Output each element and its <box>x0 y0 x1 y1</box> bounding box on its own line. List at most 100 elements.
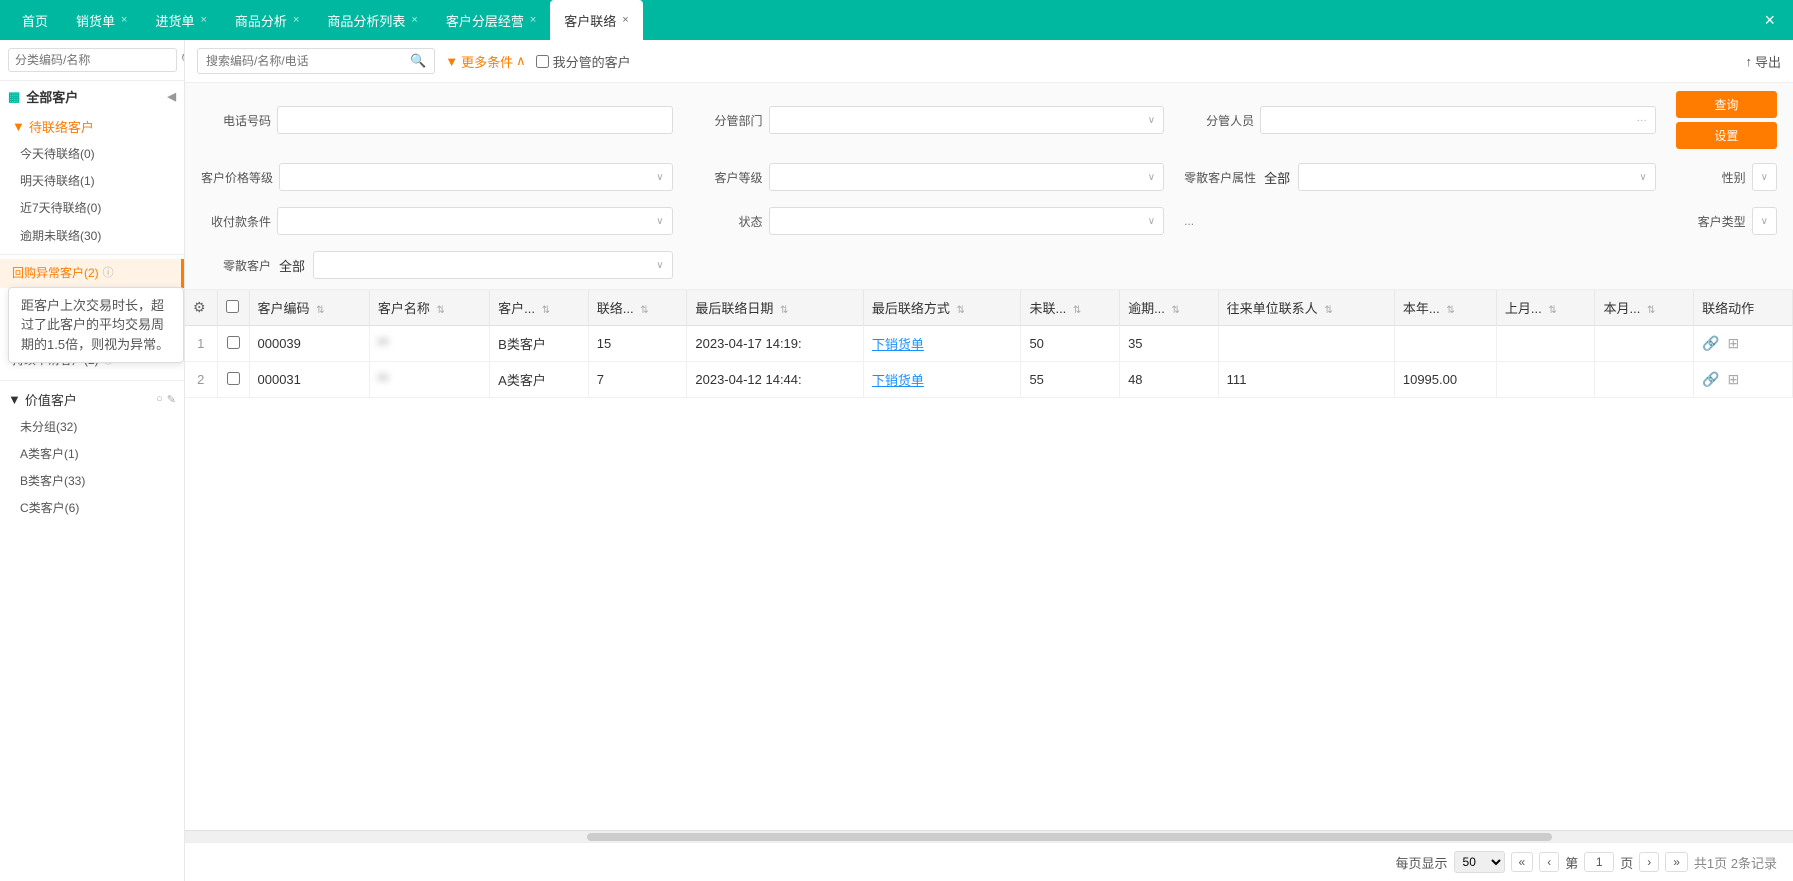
td-last-date: 2023-04-17 14:19: <box>687 326 864 362</box>
row-checkbox[interactable] <box>227 336 240 349</box>
th-code[interactable]: 客户编码 ⇅ <box>249 290 369 326</box>
more-filters-button[interactable]: ▼ 更多条件 ∧ <box>445 52 525 71</box>
customer-level-select[interactable]: ∨ <box>769 163 1165 191</box>
th-name[interactable]: 客户名称 ⇅ <box>369 290 489 326</box>
select-all-checkbox[interactable] <box>226 300 239 313</box>
retail-customer-text: 全部 <box>279 256 305 275</box>
nav-sales[interactable]: 销货单 × <box>62 0 141 40</box>
th-uncontacted[interactable]: 未联... ⇅ <box>1021 290 1120 326</box>
action-link-icon[interactable]: 🔗 <box>1702 335 1719 352</box>
th-last-contact-method[interactable]: 最后联络方式 ⇅ <box>863 290 1021 326</box>
gender-select[interactable]: ∨ <box>1752 163 1777 191</box>
th-contact-count[interactable]: 联络... ⇅ <box>588 290 687 326</box>
th-this-month[interactable]: 本月... ⇅ <box>1595 290 1694 326</box>
nav-home[interactable]: 首页 <box>8 0 62 40</box>
sidebar-item-overdue[interactable]: 逾期未联络(30) <box>0 223 184 250</box>
td-code: 000039 <box>249 326 369 362</box>
th-related-contacts[interactable]: 往来单位联系人 ⇅ <box>1218 290 1394 326</box>
retail-attr-filter: 零散客户属性 全部 ∨ <box>1176 157 1664 197</box>
sort-icon8: ⇅ <box>1172 305 1180 316</box>
main-layout: 🔍 ▦ 全部客户 ◀ ▼ 待联络客户 今天待联络(0) 明天待联络(1) 近7天… <box>0 40 1793 881</box>
retail-customer-select[interactable]: ∨ <box>313 251 673 279</box>
sidebar-item-b-class[interactable]: B类客户(33) <box>0 468 184 495</box>
td-type: B类客户 <box>490 326 589 362</box>
manager-label: 分管人员 <box>1184 112 1254 129</box>
th-type[interactable]: 客户... ⇅ <box>490 290 589 326</box>
retail-attr-select[interactable]: ∨ <box>1298 163 1656 191</box>
sidebar-item-7days[interactable]: 近7天待联络(0) <box>0 195 184 222</box>
nav-product-analysis[interactable]: 商品分析 × <box>221 0 313 40</box>
next-page-button[interactable]: › <box>1639 852 1659 872</box>
close-icon[interactable]: × <box>530 14 536 26</box>
first-page-button[interactable]: « <box>1511 852 1534 872</box>
tooltip-container: 回购异常客户(2) ⓘ 距客户上次交易时长，超过了此客户的平均交易周期的1.5倍… <box>0 259 184 288</box>
payment-select[interactable]: ∨ <box>277 207 673 235</box>
th-overdue[interactable]: 逾期... ⇅ <box>1120 290 1219 326</box>
query-button[interactable]: 查询 <box>1676 91 1777 118</box>
ellipsis-icon: ··· <box>1637 115 1647 126</box>
more-label[interactable]: ... <box>1184 214 1194 228</box>
nav-customer-tier[interactable]: 客户分层经营 × <box>432 0 550 40</box>
manager-input[interactable]: ··· <box>1260 106 1656 134</box>
action-link-icon[interactable]: 🔗 <box>1702 371 1719 388</box>
action-grid-icon[interactable]: ⊞ <box>1728 335 1740 352</box>
sidebar-item-a-class[interactable]: A类客户(1) <box>0 441 184 468</box>
sidebar-all-customers[interactable]: ▦ 全部客户 ◀ <box>0 81 184 112</box>
th-last-contact-date[interactable]: 最后联络日期 ⇅ <box>687 290 864 326</box>
per-page-select[interactable]: 50 10 20 100 <box>1454 851 1505 873</box>
sidebar-item-c-class[interactable]: C类客户(6) <box>0 495 184 522</box>
sort-icon3: ⇅ <box>542 305 550 316</box>
sort-icon9: ⇅ <box>1324 305 1332 316</box>
info-icon[interactable]: ⓘ <box>103 265 114 283</box>
customer-type-select[interactable]: ∨ <box>1752 207 1777 235</box>
edit-icon2[interactable]: ✎ <box>167 393 176 406</box>
value-customers-title[interactable]: ▼ 价值客户 ○ ✎ <box>0 385 184 414</box>
search-input[interactable] <box>206 54 406 68</box>
sidebar-item-ungrouped[interactable]: 未分组(32) <box>0 414 184 441</box>
sidebar-item-abnormal-repurchase[interactable]: 回购异常客户(2) ⓘ <box>0 259 184 288</box>
th-last-month[interactable]: 上月... ⇅ <box>1496 290 1595 326</box>
search-icon2[interactable]: 🔍 <box>410 53 426 69</box>
action-grid-icon[interactable]: ⊞ <box>1728 371 1740 388</box>
sidebar-item-tomorrow[interactable]: 明天待联络(1) <box>0 168 184 195</box>
pending-contact-group: ▼ 待联络客户 今天待联络(0) 明天待联络(1) 近7天待联络(0) 逾期未联… <box>0 112 184 250</box>
chevron-down-icon4: ∨ <box>1639 172 1646 183</box>
settings-icon[interactable]: ⚙ <box>193 299 206 315</box>
pending-contact-title[interactable]: ▼ 待联络客户 <box>0 112 184 141</box>
my-customers-checkbox[interactable] <box>536 55 549 68</box>
top-nav: 首页 销货单 × 进货单 × 商品分析 × 商品分析列表 × 客户分层经营 × … <box>0 0 1793 40</box>
chevron-down-icon7: ∨ <box>1148 216 1155 227</box>
close-icon[interactable]: × <box>121 14 127 26</box>
action-btns: 查询 设置 <box>1668 87 1785 153</box>
close-icon[interactable]: × <box>622 14 628 26</box>
chevron-down-icon2: ∨ <box>656 172 663 183</box>
row-checkbox[interactable] <box>227 372 240 385</box>
price-level-filter: 客户价格等级 ∨ <box>193 157 681 197</box>
status-select[interactable]: ∨ <box>769 207 1165 235</box>
sort-icon5: ⇅ <box>780 305 788 316</box>
td-name: ** <box>369 362 489 398</box>
customer-type-label: 客户类型 <box>1676 213 1746 230</box>
sidebar-search-input[interactable] <box>8 48 177 72</box>
last-page-button[interactable]: » <box>1665 852 1688 872</box>
dept-select[interactable]: ∨ <box>769 106 1165 134</box>
sidebar-item-today[interactable]: 今天待联络(0) <box>0 141 184 168</box>
tooltip-box: 距客户上次交易时长，超过了此客户的平均交易周期的1.5倍，则视为异常。 <box>8 287 184 364</box>
horizontal-scrollbar[interactable] <box>185 830 1793 842</box>
scrollbar-thumb[interactable] <box>587 833 1552 841</box>
price-level-select[interactable]: ∨ <box>279 163 673 191</box>
close-icon[interactable]: × <box>411 14 417 26</box>
nav-purchase[interactable]: 进货单 × <box>141 0 220 40</box>
close-icon[interactable]: × <box>293 14 299 26</box>
close-icon[interactable]: × <box>200 14 206 26</box>
td-contact-count: 15 <box>588 326 687 362</box>
th-this-year[interactable]: 本年... ⇅ <box>1394 290 1496 326</box>
nav-customer-contact[interactable]: 客户联络 × <box>550 0 642 40</box>
settings-button[interactable]: 设置 <box>1676 122 1777 149</box>
close-all-button[interactable]: × <box>1754 10 1785 31</box>
prev-page-button[interactable]: ‹ <box>1539 852 1559 872</box>
export-button[interactable]: ↑ 导出 <box>1745 52 1781 71</box>
nav-product-list[interactable]: 商品分析列表 × <box>313 0 431 40</box>
edit-icon[interactable]: ○ <box>156 393 163 405</box>
phone-input[interactable] <box>277 106 673 134</box>
